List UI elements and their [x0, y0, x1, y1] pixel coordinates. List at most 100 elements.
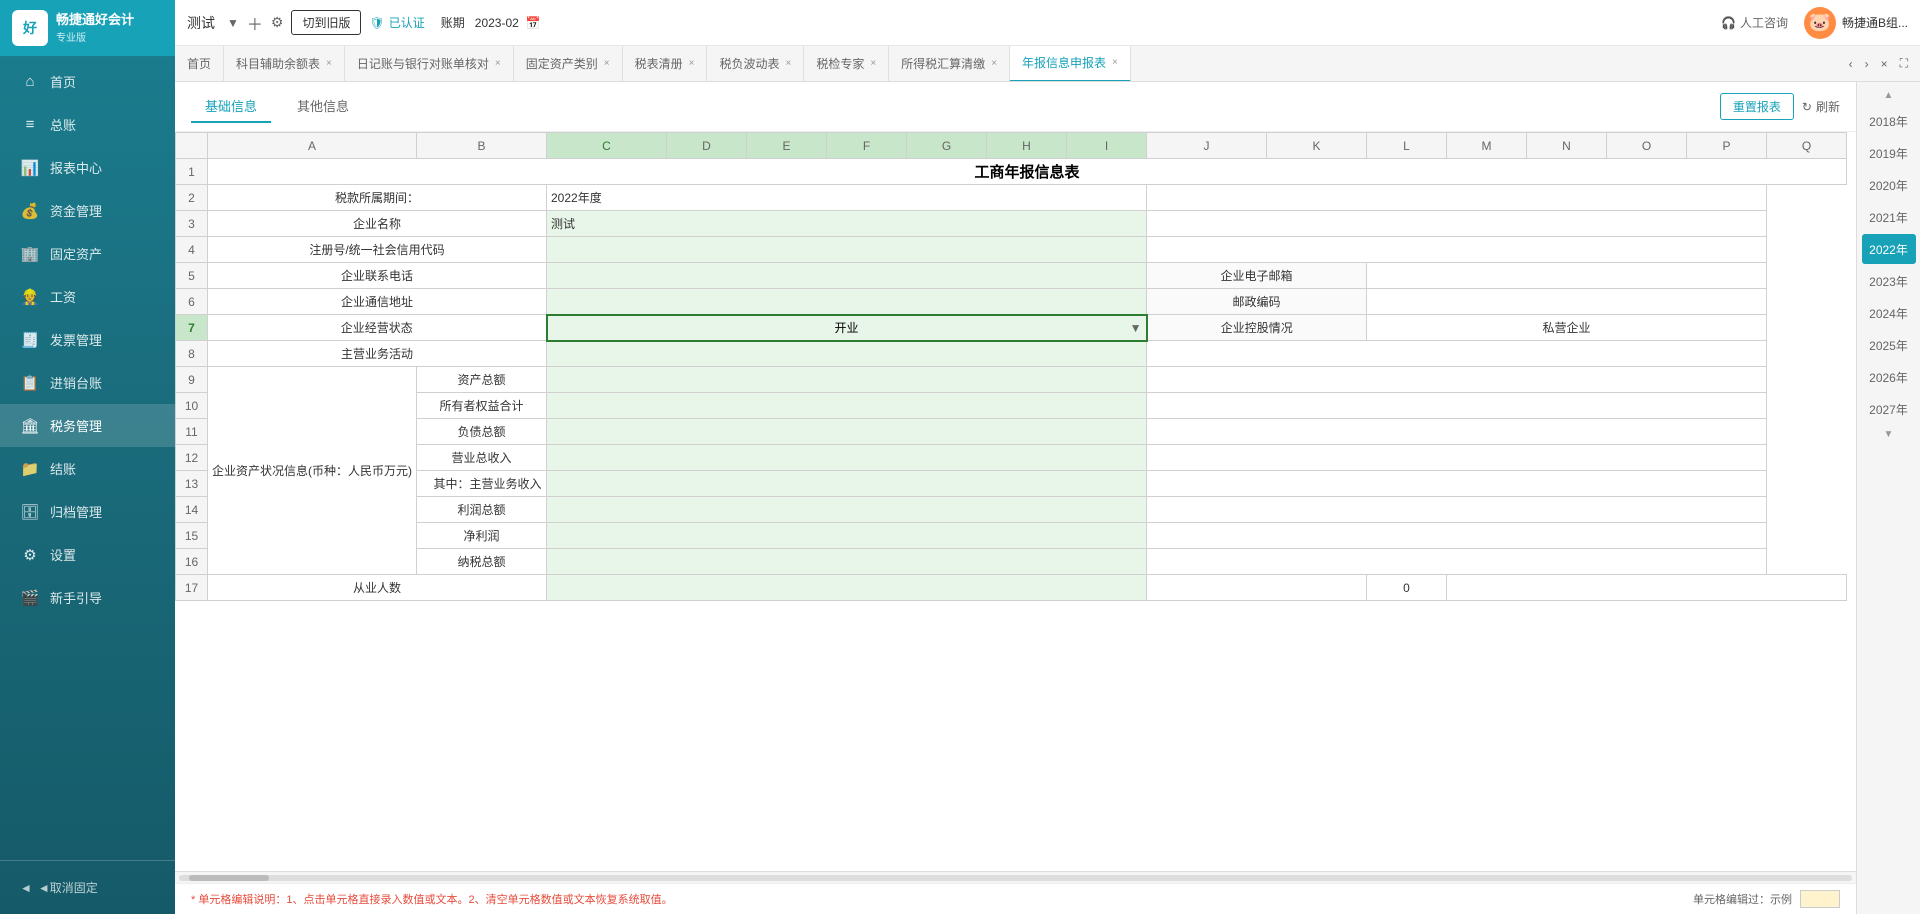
tabs-next-button[interactable]: › [1861, 53, 1873, 75]
tab-tax-fluct-close[interactable]: × [785, 58, 791, 69]
year-2027[interactable]: 2027年 [1862, 394, 1916, 424]
holding-value[interactable]: 私营企业 [1367, 315, 1767, 341]
main-biz-value[interactable] [547, 341, 1147, 367]
add-button[interactable]: ＋ [247, 11, 263, 35]
reports-icon: 📊 [20, 159, 40, 177]
year-2020[interactable]: 2020年 [1862, 170, 1916, 200]
year-2021[interactable]: 2021年 [1862, 202, 1916, 232]
main-area: 测试 ▼ ＋ ⚙ 切到旧版 🛡 已认证 账期 2023-02 📅 🎧 人工咨询 … [175, 0, 1920, 914]
tab-tax-fluctuation[interactable]: 税负波动表 × [707, 46, 804, 82]
empty-cell [1147, 367, 1767, 393]
year-2025[interactable]: 2025年 [1862, 330, 1916, 360]
switch-version-button[interactable]: 切到旧版 [291, 10, 361, 35]
year-scroll-up[interactable]: ▲ [1880, 86, 1898, 105]
unpin-button[interactable]: ◄ ◄取消固定 [0, 871, 175, 904]
tab-tax-inspect[interactable]: 税检专家 × [804, 46, 889, 82]
tabs-right: ‹ › × ⛶ [1837, 52, 1920, 75]
sidebar-item-salary[interactable]: 👷 工资 [0, 275, 175, 318]
tabs-close-button[interactable]: × [1877, 53, 1892, 75]
sidebar-item-guide[interactable]: 🎬 新手引导 [0, 576, 175, 619]
table-row: 4 注册号/统一社会信用代码 [176, 237, 1847, 263]
revenue-label: 营业总收入 [417, 445, 547, 471]
spreadsheet-container[interactable]: A B C D E F G H I J K L M [175, 132, 1856, 871]
tab-income-tax-close[interactable]: × [991, 58, 997, 69]
biz-status-value[interactable]: 开业 ▼ [547, 315, 1147, 341]
table-row: 13 其中：主营业务收入 [176, 471, 1847, 497]
footer-example: 单元格编辑过：示例 [1693, 890, 1840, 908]
tab-tax-list[interactable]: 税表清册 × [623, 46, 708, 82]
sidebar-item-ledger[interactable]: ≡ 总账 [0, 103, 175, 146]
equity-value[interactable] [547, 393, 1147, 419]
tab-subject-close[interactable]: × [326, 58, 332, 69]
tab-fixed-assets-close[interactable]: × [604, 58, 610, 69]
sidebar-item-purchases[interactable]: 📋 进销台账 [0, 361, 175, 404]
address-label: 企业通信地址 [208, 289, 547, 315]
period-value-cell[interactable]: 2022年度 [547, 185, 1147, 211]
tab-income-tax[interactable]: 所得税汇算清缴 × [889, 46, 1010, 82]
archive-icon: 🗄 [20, 503, 40, 521]
total-profit-value[interactable] [547, 497, 1147, 523]
year-2023[interactable]: 2023年 [1862, 266, 1916, 296]
revenue-value[interactable] [547, 445, 1147, 471]
liabilities-value[interactable] [547, 419, 1147, 445]
sidebar-item-funds[interactable]: 💰 资金管理 [0, 189, 175, 232]
year-2022[interactable]: 2022年 [1862, 234, 1916, 264]
tab-tax-inspect-close[interactable]: × [870, 58, 876, 69]
user-menu[interactable]: 🐷 畅捷通B组... [1804, 7, 1908, 39]
tabs-expand-button[interactable]: ⛶ [1896, 52, 1912, 75]
phone-value[interactable] [547, 263, 1147, 289]
sidebar-item-settings[interactable]: ⚙ 设置 [0, 533, 175, 576]
postcode-value[interactable] [1367, 289, 1767, 315]
tab-tax-list-close[interactable]: × [689, 58, 695, 69]
year-2018[interactable]: 2018年 [1862, 106, 1916, 136]
sidebar-item-reports[interactable]: 📊 报表中心 [0, 146, 175, 189]
col-header-c: C [547, 133, 667, 159]
service-button[interactable]: 🎧 人工咨询 [1721, 14, 1788, 31]
sidebar-item-closing[interactable]: 📁 结账 [0, 447, 175, 490]
tab-subject[interactable]: 科目辅助余额表 × [224, 46, 345, 82]
employee-count-value[interactable] [547, 575, 1147, 601]
tab-journal-close[interactable]: × [495, 58, 501, 69]
tab-home[interactable]: 首页 [175, 46, 224, 82]
logo-text-block: 畅捷通好会计 专业版 [56, 12, 134, 44]
horizontal-scrollbar[interactable] [175, 871, 1856, 883]
col-header-g: G [907, 133, 987, 159]
module-dropdown-arrow[interactable]: ▼ [227, 16, 239, 30]
scroll-thumb[interactable] [189, 875, 269, 881]
corner-header [176, 133, 208, 159]
tab-annual-close[interactable]: × [1112, 57, 1118, 68]
year-scroll-down[interactable]: ▼ [1880, 425, 1898, 444]
sheet-title-cell[interactable]: 工商年报信息表 [208, 159, 1847, 185]
tab-fixed-assets[interactable]: 固定资产类别 × [514, 46, 623, 82]
total-assets-value[interactable] [547, 367, 1147, 393]
reg-no-value[interactable] [547, 237, 1147, 263]
sidebar-item-assets[interactable]: 🏢 固定资产 [0, 232, 175, 275]
empty-cell [1147, 497, 1767, 523]
year-2026[interactable]: 2026年 [1862, 362, 1916, 392]
sidebar-item-invoice[interactable]: 🧾 发票管理 [0, 318, 175, 361]
row-num: 15 [176, 523, 208, 549]
sub-tab-basic[interactable]: 基础信息 [191, 90, 271, 123]
gear-button[interactable]: ⚙ [271, 14, 284, 31]
year-panel: ▲ 2018年 2019年 2020年 2021年 2022年 2023年 20… [1856, 82, 1920, 914]
app-name: 畅捷通好会计 [56, 12, 134, 29]
main-revenue-value[interactable] [547, 471, 1147, 497]
sub-tab-other[interactable]: 其他信息 [283, 90, 363, 123]
net-profit-value[interactable] [547, 523, 1147, 549]
sidebar-item-home[interactable]: ⌂ 首页 [0, 60, 175, 103]
address-value[interactable] [547, 289, 1147, 315]
year-2019[interactable]: 2019年 [1862, 138, 1916, 168]
tab-annual-report[interactable]: 年报信息申报表 × [1010, 46, 1131, 82]
total-tax-value[interactable] [547, 549, 1147, 575]
year-2024[interactable]: 2024年 [1862, 298, 1916, 328]
tabs-prev-button[interactable]: ‹ [1845, 53, 1857, 75]
sidebar-item-tax[interactable]: 🏛 税务管理 [0, 404, 175, 447]
email-value[interactable] [1367, 263, 1767, 289]
col-header-h: H [987, 133, 1067, 159]
email-label: 企业电子邮箱 [1147, 263, 1367, 289]
company-name-value[interactable]: 测试 [547, 211, 1147, 237]
refresh-button[interactable]: ↻ 刷新 [1802, 93, 1840, 120]
sidebar-item-archive[interactable]: 🗄 归档管理 [0, 490, 175, 533]
tab-journal[interactable]: 日记账与银行对账单核对 × [345, 46, 514, 82]
reset-button[interactable]: 重置报表 [1720, 93, 1794, 120]
